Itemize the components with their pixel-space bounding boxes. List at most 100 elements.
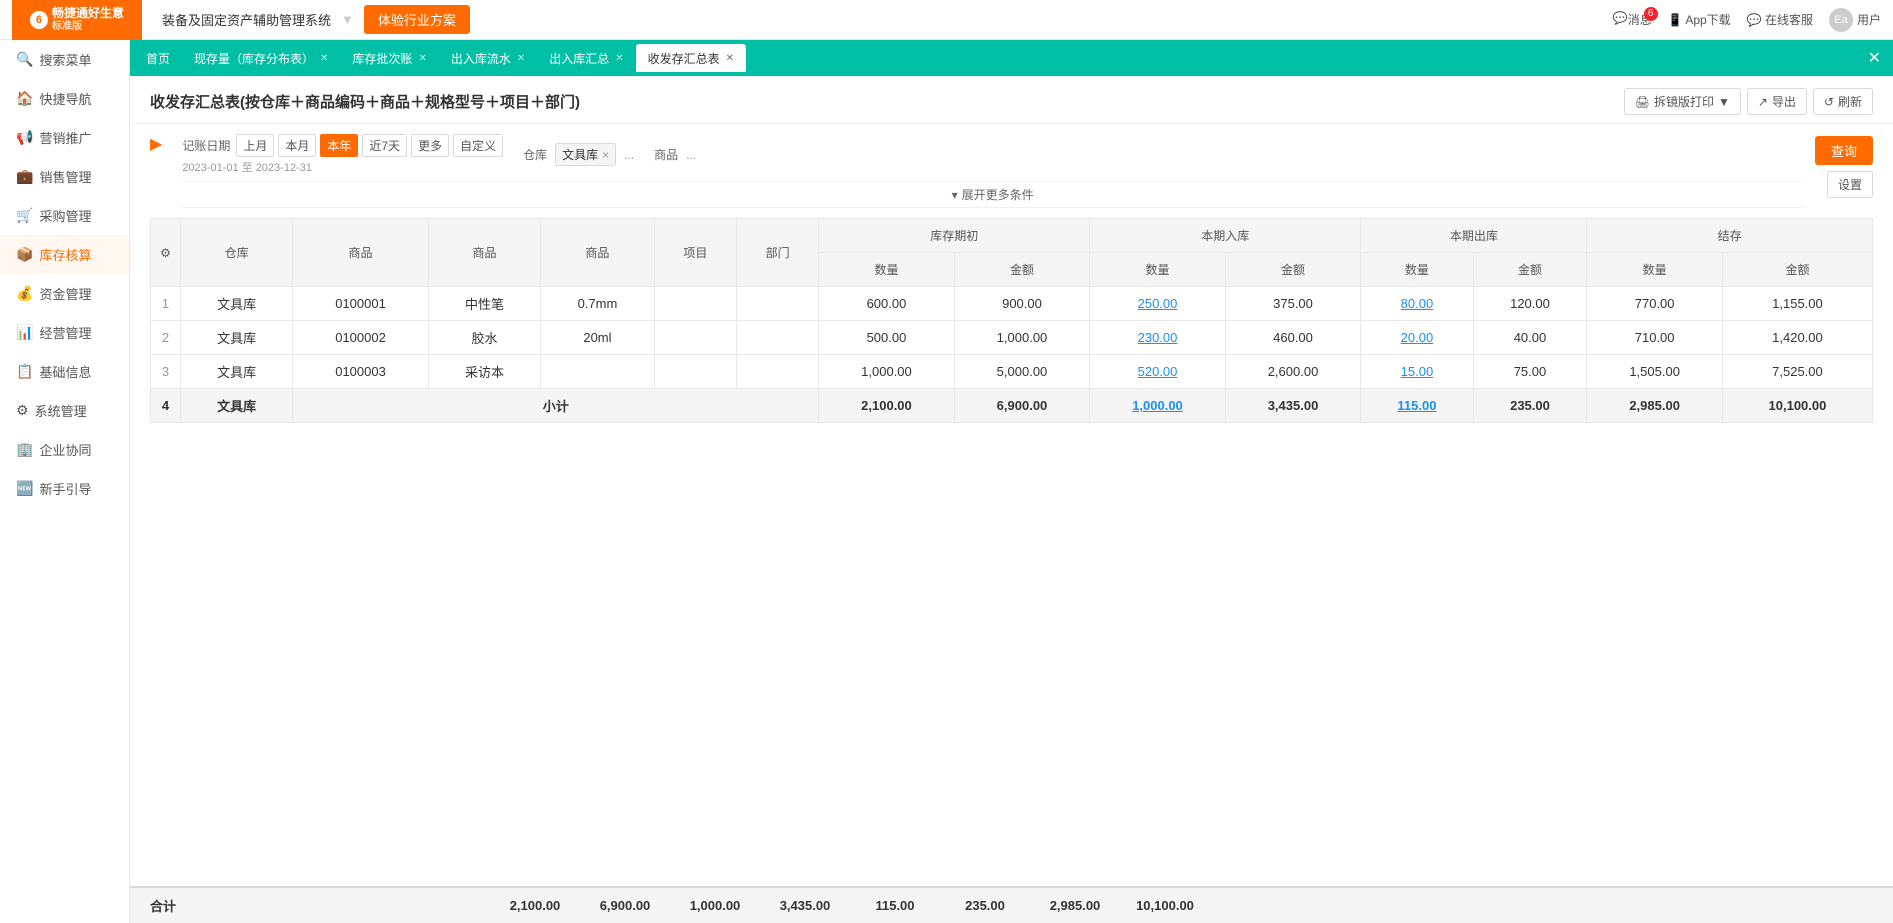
sidebar-item-enterprise[interactable]: 🏢 企业协同 <box>0 430 129 469</box>
total-out-amt: 235.00 <box>940 898 1030 913</box>
export-button[interactable]: ↗ 导出 <box>1747 88 1807 115</box>
cell-goods-spec <box>541 355 655 389</box>
warehouse-tag: 文具库 × <box>555 143 616 166</box>
app-download[interactable]: 📱 App下载 <box>1668 11 1731 28</box>
goods-more-btn[interactable]: ... <box>686 148 696 162</box>
tab-batch-ledger[interactable]: 库存批次账 ✕ <box>340 44 438 72</box>
date-btn-last-month[interactable]: 上月 <box>236 134 274 157</box>
tab-inout-flow[interactable]: 出入库流水 ✕ <box>439 44 537 72</box>
cell-open-amt: 900.00 <box>954 287 1090 321</box>
cell-in-amt: 2,600.00 <box>1225 355 1361 389</box>
sidebar-item-basic-info[interactable]: 📋 基础信息 <box>0 352 129 391</box>
warehouse-remove-icon[interactable]: × <box>602 148 609 162</box>
sidebar-item-search[interactable]: 🔍 搜索菜单 <box>0 40 129 79</box>
cell-open-qty: 500.00 <box>819 321 955 355</box>
th-group-in: 本期入库 <box>1090 219 1361 253</box>
tab-bar-close[interactable]: ✕ <box>1860 48 1889 68</box>
tab-home[interactable]: 首页 <box>134 44 182 72</box>
cell-open-qty: 600.00 <box>819 287 955 321</box>
date-btn-7days[interactable]: 近7天 <box>362 134 407 157</box>
cell-in-qty[interactable]: 520.00 <box>1090 355 1226 389</box>
cell-goods-code: 0100001 <box>293 287 429 321</box>
cell-close-amt: 1,155.00 <box>1722 287 1872 321</box>
goods-filter: 商品 ... <box>654 146 696 163</box>
sidebar-item-marketing[interactable]: 📢 营销推广 <box>0 118 129 157</box>
online-service[interactable]: 💬 在线客服 <box>1747 11 1813 28</box>
message-badge[interactable]: 💬 6 消息 <box>1613 11 1652 28</box>
action-buttons: 🖨 拆镜版打印 ▼ ↗ 导出 ↺ 刷新 <box>1624 88 1873 115</box>
cell-open-amt: 1,000.00 <box>954 321 1090 355</box>
print-button[interactable]: 🖨 拆镜版打印 ▼ <box>1624 88 1741 115</box>
cell-warehouse: 文具库 <box>181 321 293 355</box>
cell-in-amt: 460.00 <box>1225 321 1361 355</box>
cell-goods-spec: 0.7mm <box>541 287 655 321</box>
cell-close-qty: 770.00 <box>1587 287 1723 321</box>
tab-close-inventory-dist[interactable]: ✕ <box>320 53 328 64</box>
date-btn-this-year[interactable]: 本年 <box>320 134 358 157</box>
th-in-amt: 金额 <box>1225 253 1361 287</box>
th-settings[interactable]: ⚙ <box>151 219 181 287</box>
total-open-qty: 2,100.00 <box>490 898 580 913</box>
sidebar-item-system[interactable]: ⚙ 系统管理 <box>0 391 129 430</box>
cell-goods-code: 0100002 <box>293 321 429 355</box>
tab-collect-summary[interactable]: 收发存汇总表 ✕ <box>636 44 746 72</box>
th-open-qty: 数量 <box>819 253 955 287</box>
warehouse-value: 文具库 <box>562 146 598 163</box>
finance-icon: 💰 <box>16 285 33 302</box>
th-group-opening: 库存期初 <box>819 219 1090 253</box>
try-button[interactable]: 体验行业方案 <box>364 5 470 34</box>
logo-text: 畅捷通好生意 标准版 <box>52 6 124 32</box>
guide-icon: 🆕 <box>16 480 33 497</box>
cell-in-qty[interactable]: 230.00 <box>1090 321 1226 355</box>
expand-conditions-btn[interactable]: ▾ 展开更多条件 <box>182 181 1803 208</box>
cell-goods-name: 中性笔 <box>428 287 540 321</box>
sidebar-item-guide[interactable]: 🆕 新手引导 <box>0 469 129 508</box>
cell-out-qty[interactable]: 80.00 <box>1361 287 1473 321</box>
table-row: 2 文具库 0100002 胶水 20ml 500.00 1,000.00 23… <box>151 321 1873 355</box>
subtotal-in-qty: 1,000.00 <box>1090 389 1226 423</box>
cell-project <box>654 321 736 355</box>
subtotal-in-amt: 3,435.00 <box>1225 389 1361 423</box>
table-row: 1 文具库 0100001 中性笔 0.7mm 600.00 900.00 25… <box>151 287 1873 321</box>
cell-out-qty[interactable]: 20.00 <box>1361 321 1473 355</box>
refresh-icon: ↺ <box>1824 95 1834 109</box>
th-in-qty: 数量 <box>1090 253 1226 287</box>
sidebar-item-operations[interactable]: 📊 经营管理 <box>0 313 129 352</box>
cell-dept <box>737 321 819 355</box>
sidebar-item-sales[interactable]: 💼 销售管理 <box>0 157 129 196</box>
sidebar-item-finance[interactable]: 💰 资金管理 <box>0 274 129 313</box>
date-btn-custom[interactable]: 自定义 <box>453 134 503 157</box>
sidebar-item-quick-nav[interactable]: 🏠 快捷导航 <box>0 79 129 118</box>
expand-arrow-icon[interactable]: ▶ <box>150 134 162 154</box>
cell-goods-code: 0100003 <box>293 355 429 389</box>
system-icon: ⚙ <box>16 402 29 419</box>
tab-inventory-dist[interactable]: 现存量（库存分布表） ✕ <box>182 44 340 72</box>
cell-in-amt: 375.00 <box>1225 287 1361 321</box>
warehouse-more-btn[interactable]: ... <box>624 148 634 162</box>
cell-no: 3 <box>151 355 181 389</box>
user-avatar[interactable]: Ea 用户 <box>1829 8 1881 32</box>
cell-close-qty: 1,505.00 <box>1587 355 1723 389</box>
sidebar-item-purchase[interactable]: 🛒 采购管理 <box>0 196 129 235</box>
cell-close-amt: 1,420.00 <box>1722 321 1872 355</box>
cell-goods-spec: 20ml <box>541 321 655 355</box>
tab-close-inout-flow[interactable]: ✕ <box>517 53 525 64</box>
cell-close-qty: 710.00 <box>1587 321 1723 355</box>
home-icon: 🏠 <box>16 90 33 107</box>
date-btn-this-month[interactable]: 本月 <box>278 134 316 157</box>
date-btn-more[interactable]: 更多 <box>411 134 449 157</box>
query-button[interactable]: 查询 <box>1815 136 1873 165</box>
subtotal-out-amt: 235.00 <box>1473 389 1587 423</box>
cell-out-qty[interactable]: 15.00 <box>1361 355 1473 389</box>
sidebar-item-inventory[interactable]: 📦 库存核算 <box>0 235 129 274</box>
tab-close-collect-summary[interactable]: ✕ <box>726 53 734 64</box>
refresh-button[interactable]: ↺ 刷新 <box>1813 88 1873 115</box>
tab-close-inout-summary[interactable]: ✕ <box>615 53 623 64</box>
cell-close-amt: 7,525.00 <box>1722 355 1872 389</box>
cell-in-qty[interactable]: 250.00 <box>1090 287 1226 321</box>
tab-close-batch-ledger[interactable]: ✕ <box>418 53 426 64</box>
settings-button[interactable]: 设置 <box>1827 171 1873 198</box>
th-group-closing: 结存 <box>1587 219 1873 253</box>
tab-inout-summary[interactable]: 出入库汇总 ✕ <box>537 44 635 72</box>
table-row: 3 文具库 0100003 采访本 1,000.00 5,000.00 520.… <box>151 355 1873 389</box>
